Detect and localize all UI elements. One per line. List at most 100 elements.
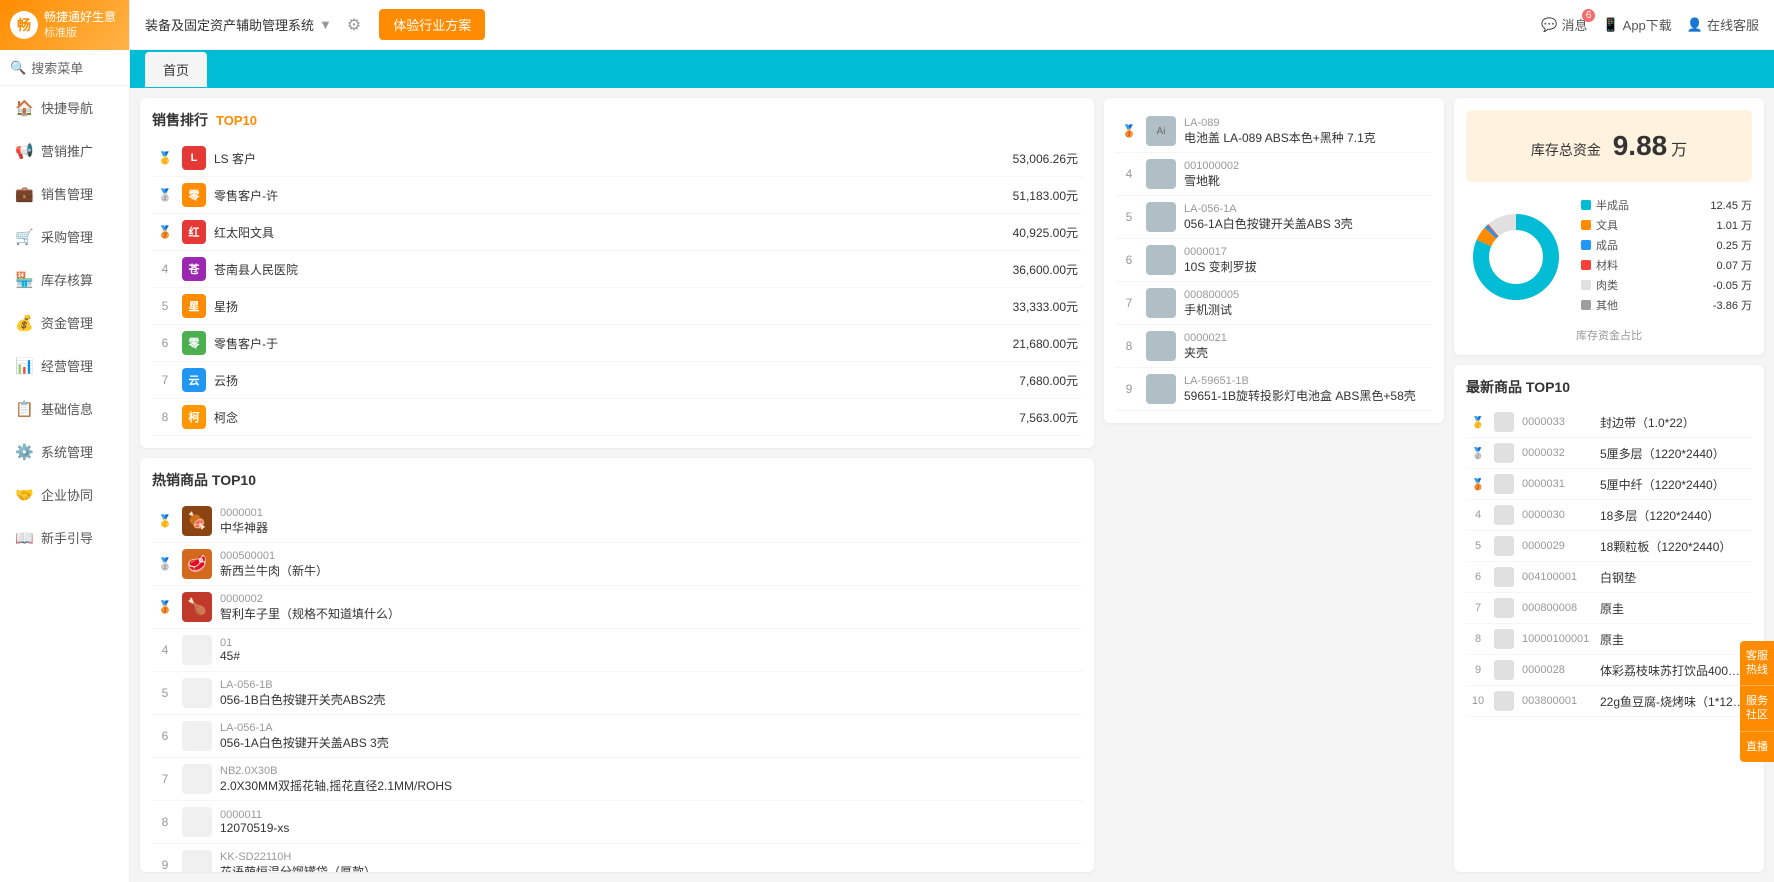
rank-row-4[interactable]: 4 苍 苍南县人民医院 36,600.00元 bbox=[152, 251, 1082, 288]
sidebar-item-system[interactable]: ⚙️ 系统管理 bbox=[0, 430, 129, 473]
sidebar-item-shortcuts[interactable]: 🏠 快捷导航 bbox=[0, 86, 129, 129]
inventory-total-box: 库存总资金 9.88 万 bbox=[1466, 110, 1752, 182]
trial-button[interactable]: 体验行业方案 bbox=[379, 9, 485, 40]
legend-item-finished: 成品 0.25 万 bbox=[1581, 237, 1752, 253]
product-thumb bbox=[1146, 202, 1176, 232]
system-name: 装备及固定资产辅助管理系统 bbox=[145, 15, 314, 34]
latest-products-list: 🥇 0000033 封边带（1.0*22） 🥈 0000032 5厘多层（122… bbox=[1466, 407, 1752, 717]
operations-icon: 📊 bbox=[15, 357, 33, 375]
product-row-6[interactable]: 6 LA-056-1A 056-1A白色按键开关盖ABS 3壳 bbox=[152, 715, 1082, 758]
rank-num: 9 bbox=[1120, 382, 1138, 396]
mid-row-7[interactable]: 9 LA-59651-1B 59651-1B旋转投影灯电池盒 ABS黑色+58壳 bbox=[1116, 368, 1432, 411]
left-panel: 销售排行 TOP10 🥇 L LS 客户 53,006.26元 🥈 零 零售客户… bbox=[140, 98, 1094, 872]
rank-avatar: 星 bbox=[182, 294, 206, 318]
inventory-legend: 半成品 12.45 万 文具 1.01 万 成品 0.25 万 bbox=[1581, 197, 1752, 317]
rank-row-6[interactable]: 6 零 零售客户-于 21,680.00元 bbox=[152, 325, 1082, 362]
rank-row-1[interactable]: 🥇 L LS 客户 53,006.26元 bbox=[152, 140, 1082, 177]
latest-rank: 🥇 bbox=[1470, 416, 1486, 429]
latest-row-5[interactable]: 5 0000029 18颗粒板（1220*2440） bbox=[1466, 531, 1752, 562]
product-thumb: 🍗 bbox=[182, 592, 212, 622]
main-area: 装备及固定资产辅助管理系统 ▼ ⚙ 体验行业方案 💬 消息 6 📱 App下载 … bbox=[130, 0, 1774, 882]
system-selector[interactable]: 装备及固定资产辅助管理系统 ▼ bbox=[145, 15, 332, 34]
message-icon: 💬 bbox=[1541, 17, 1557, 33]
dropdown-icon[interactable]: ▼ bbox=[319, 17, 332, 32]
rank-avatar: 苍 bbox=[182, 257, 206, 281]
latest-row-4[interactable]: 4 0000030 18多层（1220*2440） bbox=[1466, 500, 1752, 531]
rank-row-8[interactable]: 8 柯 柯念 7,563.00元 bbox=[152, 399, 1082, 436]
sidebar-item-purchase[interactable]: 🛒 采购管理 bbox=[0, 215, 129, 258]
mid-row-6[interactable]: 8 0000021 夹壳 bbox=[1116, 325, 1432, 368]
livestream-button[interactable]: 直播 bbox=[1740, 732, 1774, 762]
sidebar-item-marketing[interactable]: 📢 营销推广 bbox=[0, 129, 129, 172]
product-info: LA-056-1A 056-1A白色按键开关盖ABS 3壳 bbox=[1184, 203, 1428, 232]
sidebar-item-guide[interactable]: 📖 新手引导 bbox=[0, 516, 129, 559]
latest-thumb bbox=[1494, 660, 1514, 680]
latest-row-8[interactable]: 8 10000100001 原圭 bbox=[1466, 624, 1752, 655]
latest-code: 0000030 bbox=[1522, 509, 1592, 521]
product-info: 0000011 12070519-xs bbox=[220, 809, 1078, 835]
rank-row-2[interactable]: 🥈 零 零售客户-许 51,183.00元 bbox=[152, 177, 1082, 214]
rank-num: 6 bbox=[156, 729, 174, 743]
rank-number: 8 bbox=[156, 410, 174, 424]
app-icon: 📱 bbox=[1602, 17, 1618, 33]
mid-row-5[interactable]: 7 000800005 手机测试 bbox=[1116, 282, 1432, 325]
tab-home[interactable]: 首页 bbox=[145, 52, 207, 87]
sidebar-item-cooperation[interactable]: 🤝 企业协同 bbox=[0, 473, 129, 516]
search-menu[interactable]: 🔍 搜索菜单 bbox=[0, 50, 129, 86]
rank-number: 5 bbox=[156, 299, 174, 313]
latest-row-10[interactable]: 10 003800001 22g鱼豆腐-烧烤味（1*12*20） bbox=[1466, 686, 1752, 717]
latest-row-3[interactable]: 🥉 0000031 5厘中纤（1220*2440） bbox=[1466, 469, 1752, 500]
product-row-8[interactable]: 8 0000011 12070519-xs bbox=[152, 801, 1082, 844]
settings-icon[interactable]: ⚙ bbox=[347, 15, 361, 35]
latest-row-6[interactable]: 6 004100001 白钢垫 bbox=[1466, 562, 1752, 593]
app-download-button[interactable]: 📱 App下载 bbox=[1602, 15, 1671, 34]
product-thumb bbox=[1146, 159, 1176, 189]
customer-service-button[interactable]: 客服热线 bbox=[1740, 641, 1774, 687]
rank-row-3[interactable]: 🥉 红 红太阳文具 40,925.00元 bbox=[152, 214, 1082, 251]
mid-row-4[interactable]: 6 0000017 10S 变刺罗拔 bbox=[1116, 239, 1432, 282]
rank-row-5[interactable]: 5 星 星扬 33,333.00元 bbox=[152, 288, 1082, 325]
product-thumb bbox=[182, 850, 212, 872]
inventory-chart-area: 半成品 12.45 万 文具 1.01 万 成品 0.25 万 bbox=[1466, 192, 1752, 322]
rank-amount: 7,563.00元 bbox=[1019, 409, 1078, 426]
legend-dot bbox=[1581, 200, 1591, 210]
product-row-5[interactable]: 5 LA-056-1B 056-1B白色按键开关壳ABS2壳 bbox=[152, 672, 1082, 715]
latest-row-9[interactable]: 9 0000028 体彩荔枝味苏打饮品400毫升（1*15） bbox=[1466, 655, 1752, 686]
online-service-button[interactable]: 👤 在线客服 bbox=[1687, 15, 1759, 34]
product-info: 001000002 雪地靴 bbox=[1184, 160, 1428, 189]
latest-thumb bbox=[1494, 536, 1514, 556]
rank-num: 🥇 bbox=[156, 514, 174, 528]
mid-row-3[interactable]: 5 LA-056-1A 056-1A白色按键开关盖ABS 3壳 bbox=[1116, 196, 1432, 239]
legend-item-stationery: 文具 1.01 万 bbox=[1581, 217, 1752, 233]
sidebar-item-finance[interactable]: 💰 资金管理 bbox=[0, 301, 129, 344]
community-button[interactable]: 服务社区 bbox=[1740, 686, 1774, 732]
rank-amount: 36,600.00元 bbox=[1013, 261, 1078, 278]
mid-row-1[interactable]: 🥉 Ai LA-089 电池盖 LA-089 ABS本色+黑种 7.1克 bbox=[1116, 110, 1432, 153]
sidebar-item-operations[interactable]: 📊 经营管理 bbox=[0, 344, 129, 387]
latest-name: 18颗粒板（1220*2440） bbox=[1600, 538, 1748, 555]
rank-row-7[interactable]: 7 云 云扬 7,680.00元 bbox=[152, 362, 1082, 399]
mid-row-2[interactable]: 4 001000002 雪地靴 bbox=[1116, 153, 1432, 196]
rank-number: 4 bbox=[156, 262, 174, 276]
sales-icon: 💼 bbox=[15, 185, 33, 203]
latest-row-2[interactable]: 🥈 0000032 5厘多层（1220*2440） bbox=[1466, 438, 1752, 469]
latest-name: 5厘多层（1220*2440） bbox=[1600, 445, 1748, 462]
latest-rank: 9 bbox=[1470, 664, 1486, 676]
product-info: 0000002 智利车子里（规格不知道填什么） bbox=[220, 593, 1078, 622]
sidebar-item-sales[interactable]: 💼 销售管理 bbox=[0, 172, 129, 215]
product-row-7[interactable]: 7 NB2.0X30B 2.0X30MM双摇花轴,摇花直径2.1MM/ROHS bbox=[152, 758, 1082, 801]
content-area: 销售排行 TOP10 🥇 L LS 客户 53,006.26元 🥈 零 零售客户… bbox=[130, 88, 1774, 882]
sidebar-item-basic-info[interactable]: 📋 基础信息 bbox=[0, 387, 129, 430]
message-button[interactable]: 💬 消息 6 bbox=[1541, 15, 1587, 34]
product-row-1[interactable]: 🥇 🍖 0000001 中华神器 bbox=[152, 500, 1082, 543]
latest-row-1[interactable]: 🥇 0000033 封边带（1.0*22） bbox=[1466, 407, 1752, 438]
latest-row-7[interactable]: 7 000800008 原圭 bbox=[1466, 593, 1752, 624]
shortcuts-icon: 🏠 bbox=[15, 99, 33, 117]
product-row-2[interactable]: 🥈 🥩 000500001 新西兰牛肉（新牛） bbox=[152, 543, 1082, 586]
product-row-4[interactable]: 4 01 45# bbox=[152, 629, 1082, 672]
product-row-3[interactable]: 🥉 🍗 0000002 智利车子里（规格不知道填什么） bbox=[152, 586, 1082, 629]
sidebar-item-inventory[interactable]: 🏪 库存核算 bbox=[0, 258, 129, 301]
rank-avatar: 红 bbox=[182, 220, 206, 244]
product-row-9[interactable]: 9 KK-SD22110H 花语萌恒温分馏罐袋（厚款） bbox=[152, 844, 1082, 872]
inventory-total: 库存总资金 9.88 万 bbox=[1476, 120, 1742, 172]
